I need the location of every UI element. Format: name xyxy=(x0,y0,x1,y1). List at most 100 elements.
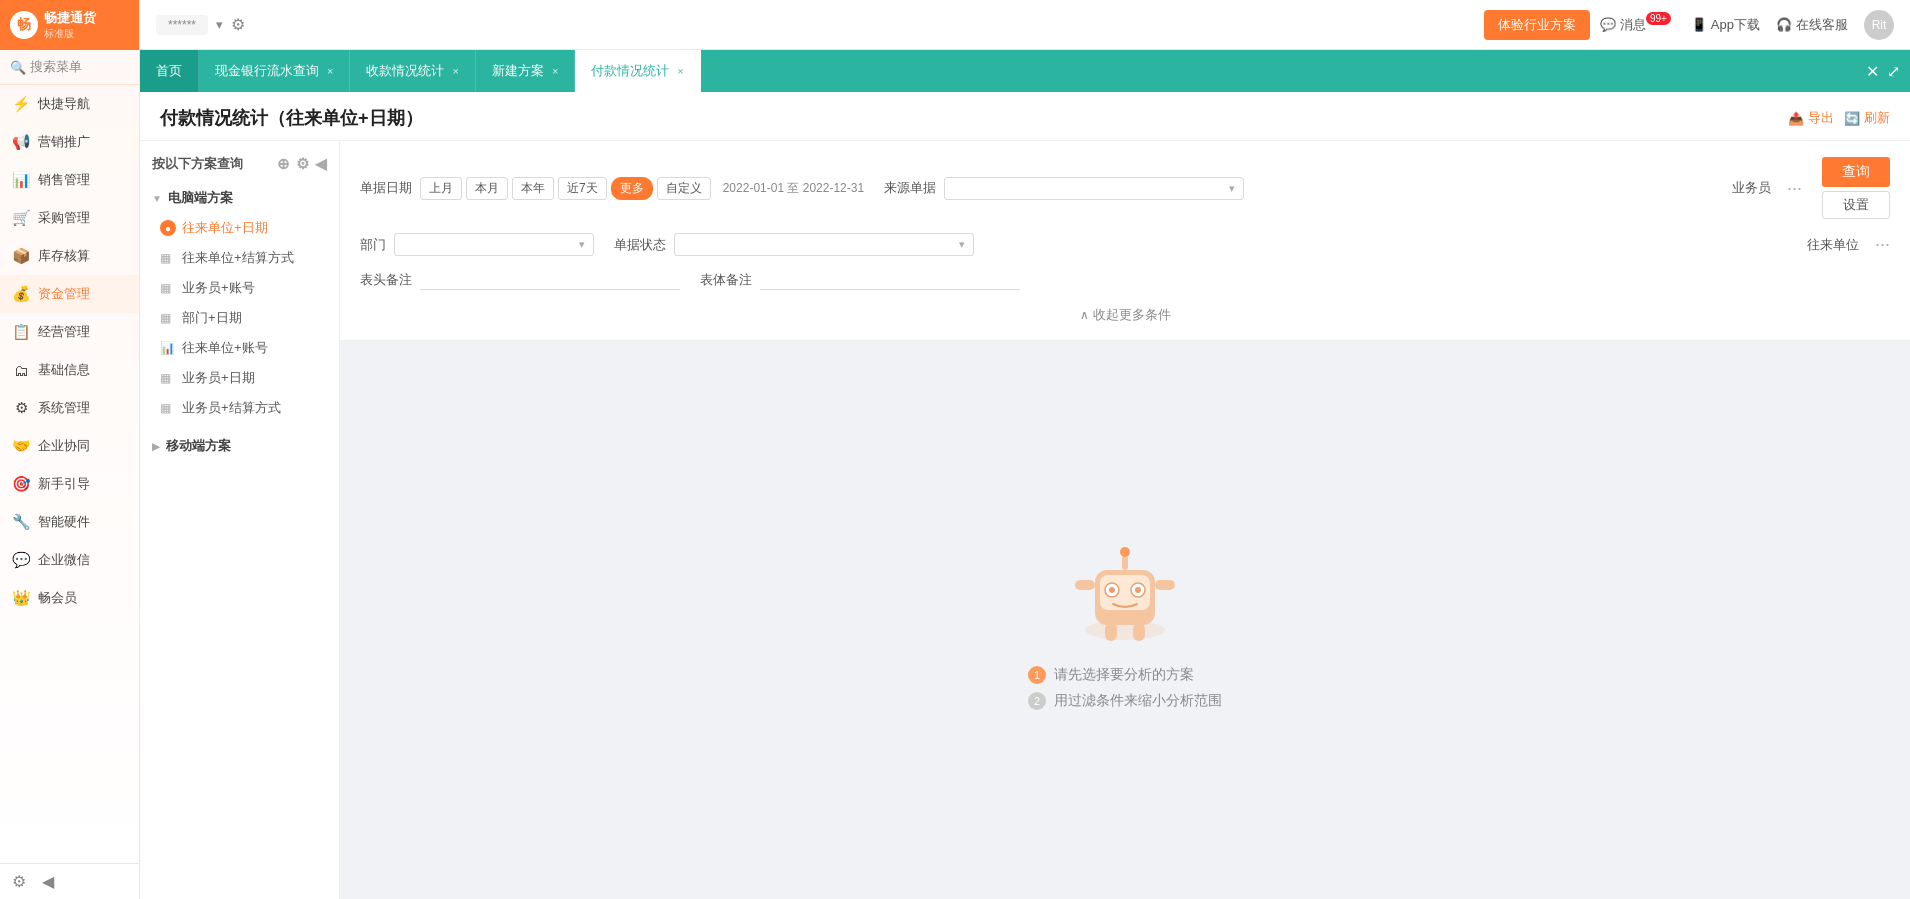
trial-btn[interactable]: 体验行业方案 xyxy=(1484,10,1590,40)
source-doc-select[interactable]: ▾ xyxy=(944,177,1244,200)
scheme-item-salesman-settle[interactable]: ▦ 业务员+结算方式 xyxy=(140,393,339,423)
tab-new-plan[interactable]: 新建方案 × xyxy=(476,50,575,92)
tab-home[interactable]: 首页 xyxy=(140,50,199,92)
settings-bottom-icon[interactable]: ⚙ xyxy=(12,872,26,891)
data-area: 1 请先选择要分析的方案 2 用过滤条件来缩小分析范围 xyxy=(340,341,1910,899)
sidebar-item-system[interactable]: ⚙ 系统管理 xyxy=(0,389,139,427)
body-note-input[interactable] xyxy=(760,270,1020,290)
setting-btn[interactable]: 设置 xyxy=(1822,191,1890,219)
sidebar-item-purchase[interactable]: 🛒 采购管理 xyxy=(0,199,139,237)
salesman-dots[interactable]: ··· xyxy=(1787,178,1802,199)
user-avatar[interactable]: Rit xyxy=(1864,10,1894,40)
header-note-input[interactable] xyxy=(420,270,680,290)
scheme-item-label: 往来单位+结算方式 xyxy=(182,249,294,267)
counterpart-dots[interactable]: ··· xyxy=(1875,234,1890,255)
tab-bank-flow-close-icon[interactable]: × xyxy=(327,65,333,77)
scheme-panel-icons: ⊕ ⚙ ◀ xyxy=(277,155,327,173)
doc-date-filter: 单据日期 上月 本月 本年 近7天 更多 自定义 2022-01-01 至 20… xyxy=(360,177,864,200)
source-doc-label: 来源单据 xyxy=(884,179,936,197)
logo-text-block: 畅捷通货 标准版 xyxy=(44,9,96,41)
query-btn[interactable]: 查询 xyxy=(1822,157,1890,187)
tab-payment-stats-close-icon[interactable]: × xyxy=(677,65,683,77)
scheme-item-label: 往来单位+日期 xyxy=(182,219,268,237)
scheme-panel-header: 按以下方案查询 ⊕ ⚙ ◀ xyxy=(140,151,339,177)
last-month-btn[interactable]: 上月 xyxy=(420,177,462,200)
tab-receipt-stats[interactable]: 收款情况统计 × xyxy=(350,50,475,92)
search-menu-btn[interactable]: 🔍 搜索菜单 xyxy=(10,58,129,76)
tabs-close-icon[interactable]: ✕ xyxy=(1866,62,1879,81)
refresh-icon: 🔄 xyxy=(1844,111,1860,126)
desktop-section-title[interactable]: ▼ 电脑端方案 xyxy=(140,183,339,213)
filter-panel: 单据日期 上月 本月 本年 近7天 更多 自定义 2022-01-01 至 20… xyxy=(340,141,1910,341)
doc-status-filter: 单据状态 ▾ xyxy=(614,233,1787,256)
app-download-item[interactable]: 📱 App下载 xyxy=(1691,16,1760,34)
sidebar-search-area[interactable]: 🔍 搜索菜单 xyxy=(0,50,139,85)
sidebar-item-wechat[interactable]: 💬 企业微信 xyxy=(0,541,139,579)
sidebar-item-sales[interactable]: 📊 销售管理 xyxy=(0,161,139,199)
sidebar-item-guide[interactable]: 🎯 新手引导 xyxy=(0,465,139,503)
current-year-btn[interactable]: 本年 xyxy=(512,177,554,200)
desktop-arrow-icon: ▼ xyxy=(152,193,162,204)
last-7-days-btn[interactable]: 近7天 xyxy=(558,177,607,200)
dept-select[interactable]: ▾ xyxy=(394,233,594,256)
tip-num-2: 2 xyxy=(1028,692,1046,710)
doc-status-select[interactable]: ▾ xyxy=(674,233,974,256)
tab-new-plan-label: 新建方案 xyxy=(492,62,544,80)
scheme-item-counterpart-date[interactable]: ● 往来单位+日期 xyxy=(140,213,339,243)
sidebar-item-label: 销售管理 xyxy=(38,171,90,189)
sidebar-item-basic-info[interactable]: 🗂 基础信息 xyxy=(0,351,139,389)
tab-bank-flow[interactable]: 现金银行流水查询 × xyxy=(199,50,350,92)
counterpart-filter: 往来单位 ··· xyxy=(1807,234,1890,255)
custom-btn[interactable]: 自定义 xyxy=(657,177,711,200)
scheme-item-salesman-date[interactable]: ▦ 业务员+日期 xyxy=(140,363,339,393)
sidebar-item-funds[interactable]: 💰 资金管理 xyxy=(0,275,139,313)
sidebar-item-enterprise[interactable]: 🤝 企业协同 xyxy=(0,427,139,465)
scheme-add-icon[interactable]: ⊕ xyxy=(277,155,290,173)
dropdown-arrow-icon[interactable]: ▾ xyxy=(216,17,223,32)
topbar-gear-icon[interactable]: ⚙ xyxy=(231,15,245,34)
collapse-sidebar-icon[interactable]: ◀ xyxy=(42,872,54,891)
sidebar-item-operations[interactable]: 📋 经营管理 xyxy=(0,313,139,351)
collapse-icon: ∧ xyxy=(1080,308,1089,322)
sidebar-item-inventory[interactable]: 📦 库存核算 xyxy=(0,237,139,275)
date-buttons: 上月 本月 本年 近7天 更多 自定义 xyxy=(420,177,711,200)
dept-arrow-icon: ▾ xyxy=(579,238,585,251)
avatar-text: Rit xyxy=(1872,18,1887,32)
mobile-section-title[interactable]: ▶ 移动端方案 xyxy=(140,431,339,461)
sidebar-item-hardware[interactable]: 🔧 智能硬件 xyxy=(0,503,139,541)
messages-item[interactable]: 💬 消息 99+ xyxy=(1600,16,1675,34)
wechat-icon: 💬 xyxy=(12,551,30,569)
refresh-btn[interactable]: 🔄 刷新 xyxy=(1844,109,1890,127)
current-month-btn[interactable]: 本月 xyxy=(466,177,508,200)
more-btn[interactable]: 更多 xyxy=(611,177,653,200)
empty-illustration xyxy=(1065,530,1185,650)
filter-row-1: 单据日期 上月 本月 本年 近7天 更多 自定义 2022-01-01 至 20… xyxy=(360,157,1890,219)
empty-state: 1 请先选择要分析的方案 2 用过滤条件来缩小分析范围 xyxy=(1028,530,1222,710)
messages-label: 消息 xyxy=(1620,16,1646,34)
scheme-settings-icon[interactable]: ⚙ xyxy=(296,155,309,173)
scheme-item-counterpart-settle[interactable]: ▦ 往来单位+结算方式 xyxy=(140,243,339,273)
scheme-header-label: 按以下方案查询 xyxy=(152,155,243,173)
body-note-label: 表体备注 xyxy=(700,271,752,289)
filter-row-3: 表头备注 表体备注 xyxy=(360,270,1890,290)
sidebar-item-quick-nav[interactable]: ⚡ 快捷导航 xyxy=(0,85,139,123)
sidebar-item-label: 快捷导航 xyxy=(38,95,90,113)
export-btn[interactable]: 📤 导出 xyxy=(1788,109,1834,127)
salesman-label: 业务员 xyxy=(1732,179,1771,197)
sidebar-item-label: 经营管理 xyxy=(38,323,90,341)
sidebar-item-member[interactable]: 👑 畅会员 xyxy=(0,579,139,617)
tab-new-plan-close-icon[interactable]: × xyxy=(552,65,558,77)
dept-filter: 部门 ▾ xyxy=(360,233,594,256)
tabs-expand-icon[interactable]: ⤢ xyxy=(1887,62,1900,81)
scheme-item-counterpart-account[interactable]: 📊 往来单位+账号 xyxy=(140,333,339,363)
sidebar-item-marketing[interactable]: 📢 营销推广 xyxy=(0,123,139,161)
scheme-item-salesman-account[interactable]: ▦ 业务员+账号 xyxy=(140,273,339,303)
online-service-item[interactable]: 🎧 在线客服 xyxy=(1776,16,1848,34)
sidebar-nav: ⚡ 快捷导航 📢 营销推广 📊 销售管理 🛒 采购管理 📦 库存核算 💰 资金管… xyxy=(0,85,139,863)
scheme-item-dept-date[interactable]: ▦ 部门+日期 xyxy=(140,303,339,333)
collapse-bar[interactable]: ∧ 收起更多条件 xyxy=(360,304,1890,324)
scheme-collapse-icon[interactable]: ◀ xyxy=(315,155,327,173)
tab-payment-stats[interactable]: 付款情况统计 × xyxy=(575,50,700,92)
scheme-table-icon4: ▦ xyxy=(160,371,176,385)
tab-receipt-stats-close-icon[interactable]: × xyxy=(452,65,458,77)
